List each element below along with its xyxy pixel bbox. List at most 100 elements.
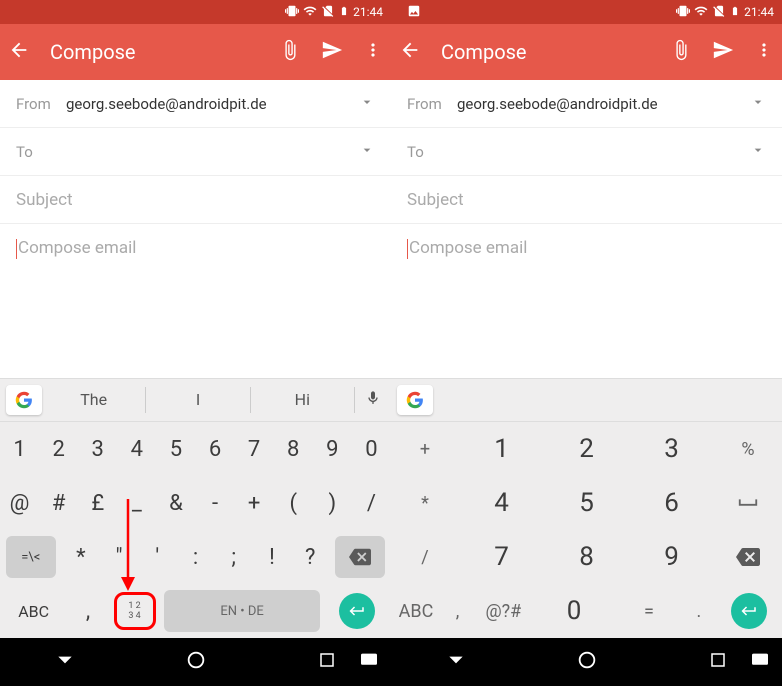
mic-icon[interactable] <box>355 390 391 410</box>
more-icon[interactable] <box>363 40 383 64</box>
subject-placeholder: Subject <box>407 190 464 210</box>
key-backspace[interactable] <box>714 530 782 584</box>
key-slash[interactable]: / <box>391 530 459 584</box>
key-star[interactable]: * <box>62 530 100 584</box>
key-more-symbols[interactable]: =\< <box>6 536 56 578</box>
key-5[interactable]: 5 <box>156 422 195 476</box>
key-question[interactable]: ? <box>291 530 329 584</box>
nav-keyboard-icon[interactable] <box>359 652 379 672</box>
subject-field[interactable]: Subject <box>391 176 782 224</box>
key-7[interactable]: 7 <box>235 422 274 476</box>
key-3[interactable]: 3 <box>78 422 117 476</box>
key-squote[interactable]: ' <box>138 530 176 584</box>
key-0[interactable]: 0 <box>532 584 615 638</box>
key-2[interactable]: 2 <box>544 422 629 476</box>
key-6[interactable]: 6 <box>629 476 714 530</box>
key-at[interactable]: @ <box>0 476 39 530</box>
send-icon[interactable] <box>321 39 343 65</box>
google-icon[interactable] <box>6 385 42 415</box>
key-0[interactable]: 0 <box>352 422 391 476</box>
nav-keyboard-icon[interactable] <box>750 652 770 672</box>
nav-home-icon[interactable] <box>185 649 207 675</box>
nav-home-icon[interactable] <box>576 649 598 675</box>
back-icon[interactable] <box>8 39 30 65</box>
key-8[interactable]: 8 <box>544 530 629 584</box>
body-placeholder: Compose email <box>409 238 527 258</box>
key-2[interactable]: 2 <box>39 422 78 476</box>
key-abc[interactable]: ABC <box>391 584 441 638</box>
attach-icon[interactable] <box>279 39 301 65</box>
key-4[interactable]: 4 <box>117 422 156 476</box>
key-semicolon[interactable]: ; <box>215 530 253 584</box>
key-slash[interactable]: / <box>352 476 391 530</box>
status-bar: 21:44 <box>0 0 391 24</box>
key-numpad-switch[interactable]: 1 2 3 4 <box>109 584 161 638</box>
key-enter[interactable] <box>324 584 391 638</box>
key-pound[interactable]: £ <box>78 476 117 530</box>
no-sim-icon <box>712 4 726 21</box>
key-star[interactable]: * <box>391 476 459 530</box>
row-1: + 1 2 3 % <box>391 422 782 476</box>
key-colon[interactable]: : <box>176 530 214 584</box>
key-9[interactable]: 9 <box>629 530 714 584</box>
to-field[interactable]: To <box>0 128 391 176</box>
more-icon[interactable] <box>754 40 774 64</box>
battery-icon <box>339 4 349 21</box>
send-icon[interactable] <box>712 39 734 65</box>
key-8[interactable]: 8 <box>274 422 313 476</box>
key-4[interactable]: 4 <box>459 476 544 530</box>
app-bar: Compose <box>0 24 391 80</box>
key-1[interactable]: 1 <box>459 422 544 476</box>
key-underscore[interactable]: _ <box>117 476 156 530</box>
key-dash[interactable]: - <box>195 476 234 530</box>
subject-field[interactable]: Subject <box>0 176 391 224</box>
key-1[interactable]: 1 <box>0 422 39 476</box>
key-7[interactable]: 7 <box>459 530 544 584</box>
key-equals[interactable]: = <box>616 584 683 638</box>
chevron-down-icon <box>750 94 766 114</box>
key-percent[interactable]: % <box>714 422 782 476</box>
key-enter[interactable] <box>715 584 782 638</box>
keyboard-numpad: + 1 2 3 % * 4 5 6 / 7 8 9 ABC , @? <box>391 422 782 638</box>
key-5[interactable]: 5 <box>544 476 629 530</box>
from-field[interactable]: From georg.seebode@androidpit.de <box>391 80 782 128</box>
key-rparen[interactable]: ) <box>313 476 352 530</box>
nav-recent-icon[interactable] <box>709 651 727 673</box>
key-dquote[interactable]: " <box>100 530 138 584</box>
status-time: 21:44 <box>353 5 383 19</box>
key-comma[interactable]: , <box>441 584 474 638</box>
key-backspace[interactable] <box>335 536 385 578</box>
key-bang[interactable]: ! <box>253 530 291 584</box>
nav-back-icon[interactable] <box>55 650 75 674</box>
key-plus[interactable]: + <box>235 476 274 530</box>
keyboard-symbols: 1 2 3 4 5 6 7 8 9 0 @ # £ _ & - + ( ) / … <box>0 422 391 638</box>
key-3[interactable]: 3 <box>629 422 714 476</box>
body-field[interactable]: Compose email <box>391 224 782 378</box>
key-dot[interactable]: . <box>682 584 715 638</box>
key-amp[interactable]: & <box>156 476 195 530</box>
attach-icon[interactable] <box>670 39 692 65</box>
key-9[interactable]: 9 <box>313 422 352 476</box>
back-icon[interactable] <box>399 39 421 65</box>
suggestion-3[interactable]: Hi <box>251 387 355 413</box>
key-space[interactable]: EN • DE <box>164 590 319 632</box>
key-hash[interactable]: # <box>39 476 78 530</box>
nav-bar <box>391 638 782 686</box>
key-lparen[interactable]: ( <box>274 476 313 530</box>
body-field[interactable]: Compose email <box>0 224 391 378</box>
suggestion-1[interactable]: The <box>42 387 146 413</box>
key-6[interactable]: 6 <box>195 422 234 476</box>
key-abc[interactable]: ABC <box>0 584 67 638</box>
from-field[interactable]: From georg.seebode@androidpit.de <box>0 80 391 128</box>
battery-icon <box>730 4 740 21</box>
to-field[interactable]: To <box>391 128 782 176</box>
nav-recent-icon[interactable] <box>318 651 336 673</box>
nav-back-icon[interactable] <box>446 650 466 674</box>
key-symbols[interactable]: @?# <box>474 584 532 638</box>
body-placeholder: Compose email <box>18 238 136 258</box>
key-spacebar-icon[interactable] <box>714 476 782 530</box>
suggestion-2[interactable]: I <box>146 387 250 413</box>
key-plus[interactable]: + <box>391 422 459 476</box>
key-comma[interactable]: , <box>67 584 108 638</box>
google-icon[interactable] <box>397 385 433 415</box>
